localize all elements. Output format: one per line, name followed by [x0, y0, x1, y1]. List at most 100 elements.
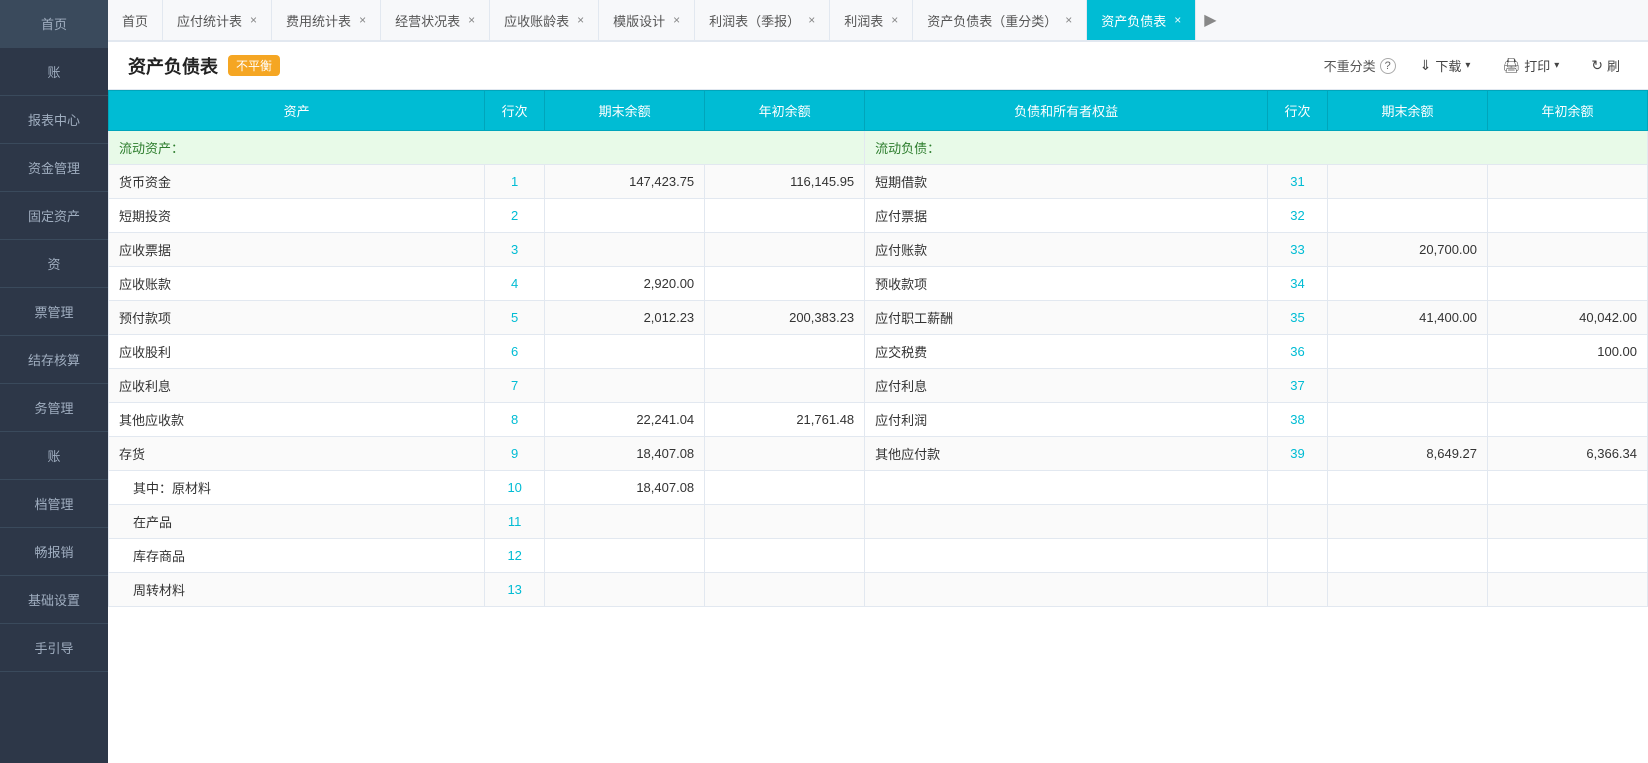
row-num-left: 12	[485, 539, 545, 573]
begin-balance-right	[1488, 471, 1648, 505]
tab-payable-stats[interactable]: 应付统计表 ×	[163, 0, 272, 41]
sidebar-item-tax-mgmt[interactable]: 务管理	[0, 384, 108, 432]
liability-name[interactable]: 短期借款	[865, 165, 1268, 199]
tab-profit[interactable]: 利润表 ×	[830, 0, 913, 41]
asset-name[interactable]: 其他应收款	[109, 403, 485, 437]
tab-nav-right[interactable]: ▶	[1196, 10, 1224, 30]
refresh-icon: ↻	[1591, 57, 1603, 74]
liability-name[interactable]	[865, 505, 1268, 539]
sidebar-item-ledger[interactable]: 账	[0, 432, 108, 480]
begin-balance-right	[1488, 403, 1648, 437]
table-row: 其他应收款 8 22,241.04 21,761.48 应付利润 38	[109, 403, 1648, 437]
sidebar-item-expense[interactable]: 畅报销	[0, 528, 108, 576]
row-num-right	[1268, 505, 1328, 539]
tab-close-operation-status[interactable]: ×	[468, 13, 475, 27]
asset-name[interactable]: 存货	[109, 437, 485, 471]
end-balance-right	[1328, 199, 1488, 233]
asset-name[interactable]: 库存商品	[109, 539, 485, 573]
asset-name[interactable]: 预付款项	[109, 301, 485, 335]
liability-name[interactable]: 其他应付款	[865, 437, 1268, 471]
sidebar-item-home[interactable]: 首页	[0, 0, 108, 48]
print-icon: 🖨	[1502, 57, 1520, 74]
liability-name[interactable]: 应付利润	[865, 403, 1268, 437]
row-num-left: 10	[485, 471, 545, 505]
row-num-left: 4	[485, 267, 545, 301]
sidebar-item-ticket-mgmt[interactable]: 票管理	[0, 288, 108, 336]
liability-name[interactable]: 应交税费	[865, 335, 1268, 369]
not-reclassify-toggle[interactable]: 不重分类 ?	[1324, 56, 1396, 75]
sidebar-item-account[interactable]: 账	[0, 48, 108, 96]
tab-balance-reclassified[interactable]: 资产负债表（重分类） ×	[913, 0, 1087, 41]
liability-name[interactable]: 应付职工薪酬	[865, 301, 1268, 335]
print-button[interactable]: 🖨 打印 ▾	[1494, 52, 1567, 79]
tab-close-balance-reclassified[interactable]: ×	[1065, 13, 1072, 27]
liability-name[interactable]: 应付票据	[865, 199, 1268, 233]
tab-close-template-design[interactable]: ×	[673, 13, 680, 27]
sidebar-item-settings[interactable]: 基础设置	[0, 576, 108, 624]
help-icon[interactable]: ?	[1380, 58, 1396, 74]
row-num-right	[1268, 539, 1328, 573]
sidebar-item-fixed-assets[interactable]: 固定资产	[0, 192, 108, 240]
tab-operation-status[interactable]: 经营状况表 ×	[381, 0, 490, 41]
row-num-right: 38	[1268, 403, 1328, 437]
sidebar-item-guide[interactable]: 手引导	[0, 624, 108, 672]
tab-home[interactable]: 首页	[108, 0, 163, 41]
asset-name[interactable]: 在产品	[109, 505, 485, 539]
tab-close-payable-stats[interactable]: ×	[250, 13, 257, 27]
sidebar-item-fund-mgmt[interactable]: 资金管理	[0, 144, 108, 192]
tab-close-balance[interactable]: ×	[1174, 13, 1181, 27]
row-num-right	[1268, 573, 1328, 607]
refresh-button[interactable]: ↻ 刷	[1583, 52, 1628, 79]
end-balance-left: 2,920.00	[545, 267, 705, 301]
begin-balance-left: 21,761.48	[705, 403, 865, 437]
row-num-left: 7	[485, 369, 545, 403]
download-button[interactable]: ⇓ 下载 ▾	[1412, 52, 1479, 79]
tab-close-receivable-aging[interactable]: ×	[577, 13, 584, 27]
tab-close-profit[interactable]: ×	[891, 13, 898, 27]
tab-balance[interactable]: 资产负债表 ×	[1087, 0, 1196, 41]
col-asset: 资产	[109, 91, 485, 131]
tab-template-design[interactable]: 模版设计 ×	[599, 0, 695, 41]
tab-profit-quarterly[interactable]: 利润表（季报） ×	[695, 0, 830, 41]
liability-name[interactable]: 预收款项	[865, 267, 1268, 301]
sidebar-item-inventory[interactable]: 结存核算	[0, 336, 108, 384]
asset-name[interactable]: 货币资金	[109, 165, 485, 199]
asset-name[interactable]: 应收股利	[109, 335, 485, 369]
asset-name[interactable]: 应收账款	[109, 267, 485, 301]
asset-name[interactable]: 应收票据	[109, 233, 485, 267]
end-balance-right: 20,700.00	[1328, 233, 1488, 267]
liability-name[interactable]	[865, 539, 1268, 573]
row-num-right: 34	[1268, 267, 1328, 301]
row-num-right: 37	[1268, 369, 1328, 403]
tab-expense-stats[interactable]: 费用统计表 ×	[272, 0, 381, 41]
end-balance-left	[545, 539, 705, 573]
begin-balance-left	[705, 369, 865, 403]
liability-name[interactable]	[865, 471, 1268, 505]
liability-name[interactable]: 应付账款	[865, 233, 1268, 267]
begin-balance-right	[1488, 369, 1648, 403]
page-title: 资产负债表	[128, 53, 218, 79]
asset-name[interactable]: 周转材料	[109, 573, 485, 607]
col-row-num-right: 行次	[1268, 91, 1328, 131]
tab-close-profit-quarterly[interactable]: ×	[808, 13, 815, 27]
asset-name[interactable]: 短期投资	[109, 199, 485, 233]
tab-receivable-aging[interactable]: 应收账龄表 ×	[490, 0, 599, 41]
begin-balance-left	[705, 437, 865, 471]
liability-name[interactable]: 应付利息	[865, 369, 1268, 403]
sidebar-item-asset[interactable]: 资	[0, 240, 108, 288]
begin-balance-left	[705, 267, 865, 301]
table-row: 流动资产： 流动负债：	[109, 131, 1648, 165]
download-icon: ⇓	[1420, 57, 1432, 74]
sidebar: 首页 账 报表中心 资金管理 固定资产 资 票管理 结存核算 务管理 账 档管理…	[0, 0, 108, 763]
asset-name[interactable]: 应收利息	[109, 369, 485, 403]
row-num-left: 11	[485, 505, 545, 539]
begin-balance-right	[1488, 505, 1648, 539]
end-balance-left: 18,407.08	[545, 471, 705, 505]
table-header-row: 资产 行次 期末余额 年初余额 负债和所有者权益 行次 期末余额 年初余额	[109, 91, 1648, 131]
asset-name[interactable]: 其中：原材料	[109, 471, 485, 505]
sidebar-item-report-center[interactable]: 报表中心	[0, 96, 108, 144]
sidebar-item-archive[interactable]: 档管理	[0, 480, 108, 528]
liability-name[interactable]	[865, 573, 1268, 607]
tab-close-expense-stats[interactable]: ×	[359, 13, 366, 27]
table-row: 应收股利 6 应交税费 36 100.00	[109, 335, 1648, 369]
